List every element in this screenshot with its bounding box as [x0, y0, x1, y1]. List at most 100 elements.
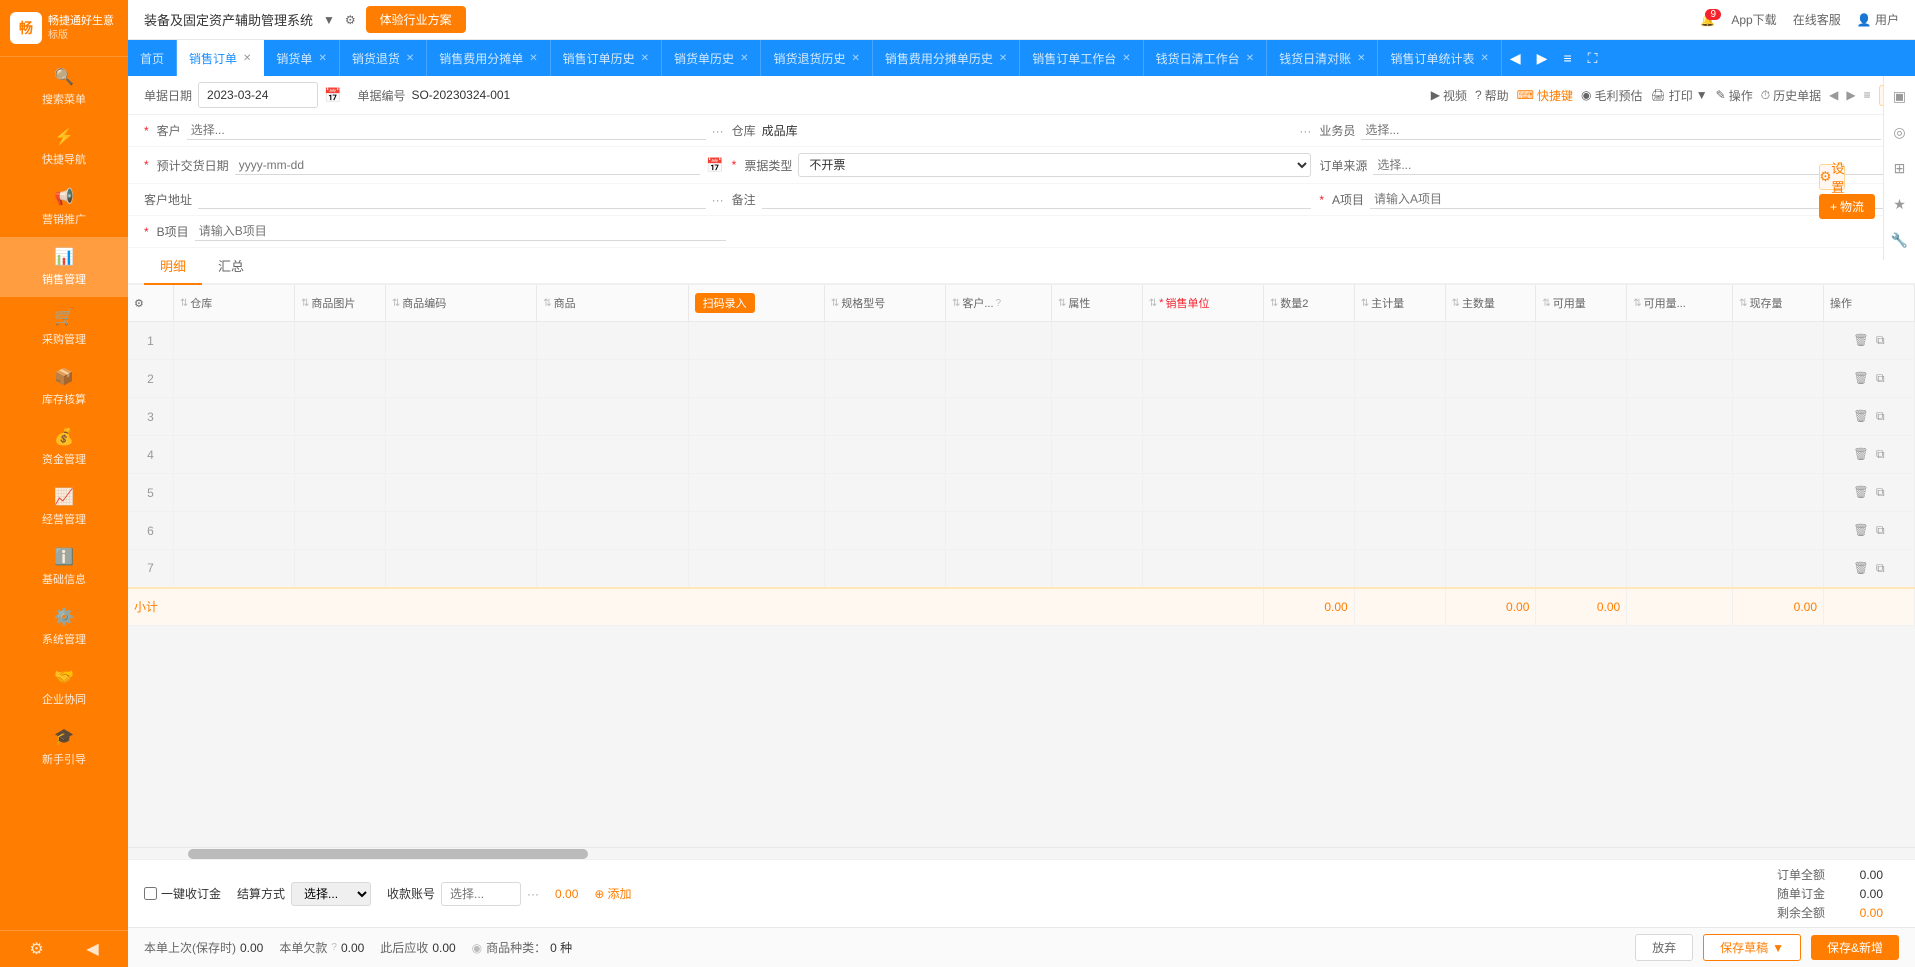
- sidebar-item-basic-info[interactable]: ℹ️ 基础信息: [0, 537, 128, 597]
- delete-icon[interactable]: 🗑: [1853, 447, 1868, 461]
- tab-sales-order-history[interactable]: 销售订单历史 ✕: [551, 40, 662, 76]
- solution-button[interactable]: 体验行业方案: [366, 6, 466, 33]
- sidebar-item-enterprise[interactable]: 🤝 企业协同: [0, 657, 128, 717]
- tab-sales-invoice[interactable]: 销货单 ✕: [264, 40, 339, 76]
- copy-icon[interactable]: ⧉: [1876, 333, 1885, 347]
- settings-gear-icon[interactable]: ⚙: [29, 939, 43, 959]
- add-product-button[interactable]: + 物流: [1819, 194, 1875, 219]
- calendar-icon[interactable]: 📅: [324, 87, 341, 104]
- delete-icon[interactable]: 🗑: [1853, 333, 1868, 347]
- scan-button[interactable]: 扫码录入: [695, 293, 755, 313]
- tab-sales-fee[interactable]: 销售费用分摊单 ✕: [427, 40, 550, 76]
- project-b-input[interactable]: [195, 222, 727, 241]
- tab-close-icon[interactable]: ✕: [406, 53, 414, 64]
- tab-close-icon[interactable]: ✕: [318, 53, 326, 64]
- sidebar-item-inventory[interactable]: 📦 库存核算: [0, 357, 128, 417]
- row-qty2[interactable]: [1263, 322, 1354, 360]
- view-btn[interactable]: ▶ 视频: [1431, 87, 1467, 104]
- payment-method-select[interactable]: 选择...: [291, 882, 371, 906]
- tab-cash-goods-reconcile[interactable]: 钱货日清对账 ✕: [1267, 40, 1378, 76]
- operations-btn[interactable]: ✎ 操作: [1716, 87, 1753, 104]
- delete-icon[interactable]: 🗑: [1853, 371, 1868, 385]
- scroll-bar-area[interactable]: [128, 847, 1915, 859]
- tab-invoice-history[interactable]: 销货单历史 ✕: [662, 40, 761, 76]
- sidebar-item-sales[interactable]: 📊 销售管理: [0, 237, 128, 297]
- column-settings-icon[interactable]: ⚙: [134, 298, 144, 310]
- row-unit[interactable]: [1142, 322, 1263, 360]
- tab-close-icon[interactable]: ✕: [999, 53, 1007, 64]
- delete-icon[interactable]: 🗑: [1853, 485, 1868, 499]
- address-more-icon[interactable]: ···: [712, 193, 724, 207]
- row-spec[interactable]: [824, 360, 945, 398]
- tab-sales-workbench[interactable]: 销售订单工作台 ✕: [1020, 40, 1143, 76]
- tab-cash-goods-workbench[interactable]: 钱货日清工作台 ✕: [1144, 40, 1267, 76]
- save-new-button[interactable]: 保存&新增: [1811, 935, 1899, 960]
- user-avatar[interactable]: 👤 用户: [1857, 11, 1899, 28]
- nav-next-icon[interactable]: ▶: [1846, 88, 1855, 102]
- tab-close-icon[interactable]: ✕: [1122, 53, 1130, 64]
- sidebar-item-purchase[interactable]: 🛒 采购管理: [0, 297, 128, 357]
- copy-icon[interactable]: ⧉: [1876, 561, 1885, 575]
- right-panel-btn-1[interactable]: ▣: [1888, 84, 1912, 108]
- right-panel-btn-2[interactable]: ◎: [1888, 120, 1912, 144]
- right-panel-btn-4[interactable]: ★: [1888, 192, 1912, 216]
- nav-prev-icon[interactable]: ◀: [1829, 88, 1838, 102]
- row-customer-code[interactable]: [945, 360, 1051, 398]
- row-attr[interactable]: [1051, 360, 1142, 398]
- row-main-qty[interactable]: [1445, 322, 1536, 360]
- online-service-link[interactable]: 在线客服: [1793, 11, 1841, 28]
- right-panel-btn-3[interactable]: ⊞: [1888, 156, 1912, 180]
- copy-icon[interactable]: ⧉: [1876, 447, 1885, 461]
- row-code[interactable]: [385, 322, 536, 360]
- tab-sales-order[interactable]: 销售订单 ✕: [177, 40, 264, 76]
- copy-icon[interactable]: ⧉: [1876, 523, 1885, 537]
- address-input[interactable]: [198, 190, 706, 209]
- row-product[interactable]: [537, 360, 688, 398]
- delivery-calendar-icon[interactable]: 📅: [706, 157, 723, 174]
- sidebar-item-quick-nav[interactable]: ⚡ 快捷导航: [0, 117, 128, 177]
- tab-close-icon[interactable]: ✕: [1357, 53, 1365, 64]
- tab-maximize[interactable]: ⛶: [1580, 50, 1606, 67]
- sidebar-collapse-icon[interactable]: ◀: [86, 939, 98, 959]
- print-btn[interactable]: 🖨 打印 ▼: [1651, 87, 1708, 104]
- delete-icon[interactable]: 🗑: [1853, 409, 1868, 423]
- notification-badge[interactable]: 🔔 9: [1700, 13, 1715, 27]
- tab-close-icon[interactable]: ✕: [851, 53, 859, 64]
- row-main-qty[interactable]: [1445, 360, 1536, 398]
- tab-detail[interactable]: 明细: [144, 248, 202, 285]
- quick-settle-input[interactable]: [144, 887, 157, 900]
- customer-more-icon[interactable]: ···: [712, 124, 724, 138]
- tab-home[interactable]: 首页: [128, 40, 177, 76]
- tab-fee-history[interactable]: 销售费用分摊单历史 ✕: [873, 40, 1020, 76]
- shortcut-btn[interactable]: ⌨ 快捷键: [1517, 87, 1573, 104]
- receipt-more-icon[interactable]: ···: [527, 887, 539, 901]
- row-warehouse[interactable]: [173, 322, 294, 360]
- row-attr[interactable]: [1051, 322, 1142, 360]
- sidebar-item-guide[interactable]: 🎓 新手引导: [0, 717, 128, 777]
- tab-sales-return[interactable]: 销货退货 ✕: [340, 40, 427, 76]
- system-dropdown[interactable]: ▼: [323, 13, 335, 27]
- tab-close-icon[interactable]: ✕: [1246, 53, 1254, 64]
- tab-summary[interactable]: 汇总: [202, 248, 260, 285]
- invoice-select[interactable]: 不开票: [798, 153, 1311, 177]
- row-unit[interactable]: [1142, 360, 1263, 398]
- help-btn[interactable]: ? 帮助: [1475, 87, 1509, 104]
- save-draft-button[interactable]: 保存草稿 ▼: [1703, 934, 1801, 961]
- settings-button[interactable]: ⚙ 设置: [1819, 164, 1845, 190]
- right-panel-btn-5[interactable]: 🔧: [1888, 228, 1912, 252]
- receipt-account-input[interactable]: [441, 882, 521, 906]
- copy-icon[interactable]: ⧉: [1876, 371, 1885, 385]
- tab-nav-menu[interactable]: ≡: [1555, 50, 1579, 66]
- warehouse-more-icon[interactable]: ···: [1299, 124, 1311, 138]
- history-btn[interactable]: ⏱ 历史单据: [1761, 87, 1821, 104]
- copy-icon[interactable]: ⧉: [1876, 409, 1885, 423]
- row-product[interactable]: [537, 322, 688, 360]
- quick-settle-checkbox[interactable]: 一键收订金: [144, 885, 221, 902]
- abandon-button[interactable]: 放弃: [1635, 934, 1693, 961]
- settings-header-icon[interactable]: ⚙: [345, 13, 356, 27]
- row-customer-code[interactable]: [945, 322, 1051, 360]
- table-scroll-area[interactable]: ⚙ ⇅仓库 ⇅商品图片 ⇅商品编码 ⇅商品: [128, 285, 1915, 847]
- tab-close-icon[interactable]: ✕: [641, 53, 649, 64]
- sidebar-item-system[interactable]: ⚙️ 系统管理: [0, 597, 128, 657]
- delete-icon[interactable]: 🗑: [1853, 561, 1868, 575]
